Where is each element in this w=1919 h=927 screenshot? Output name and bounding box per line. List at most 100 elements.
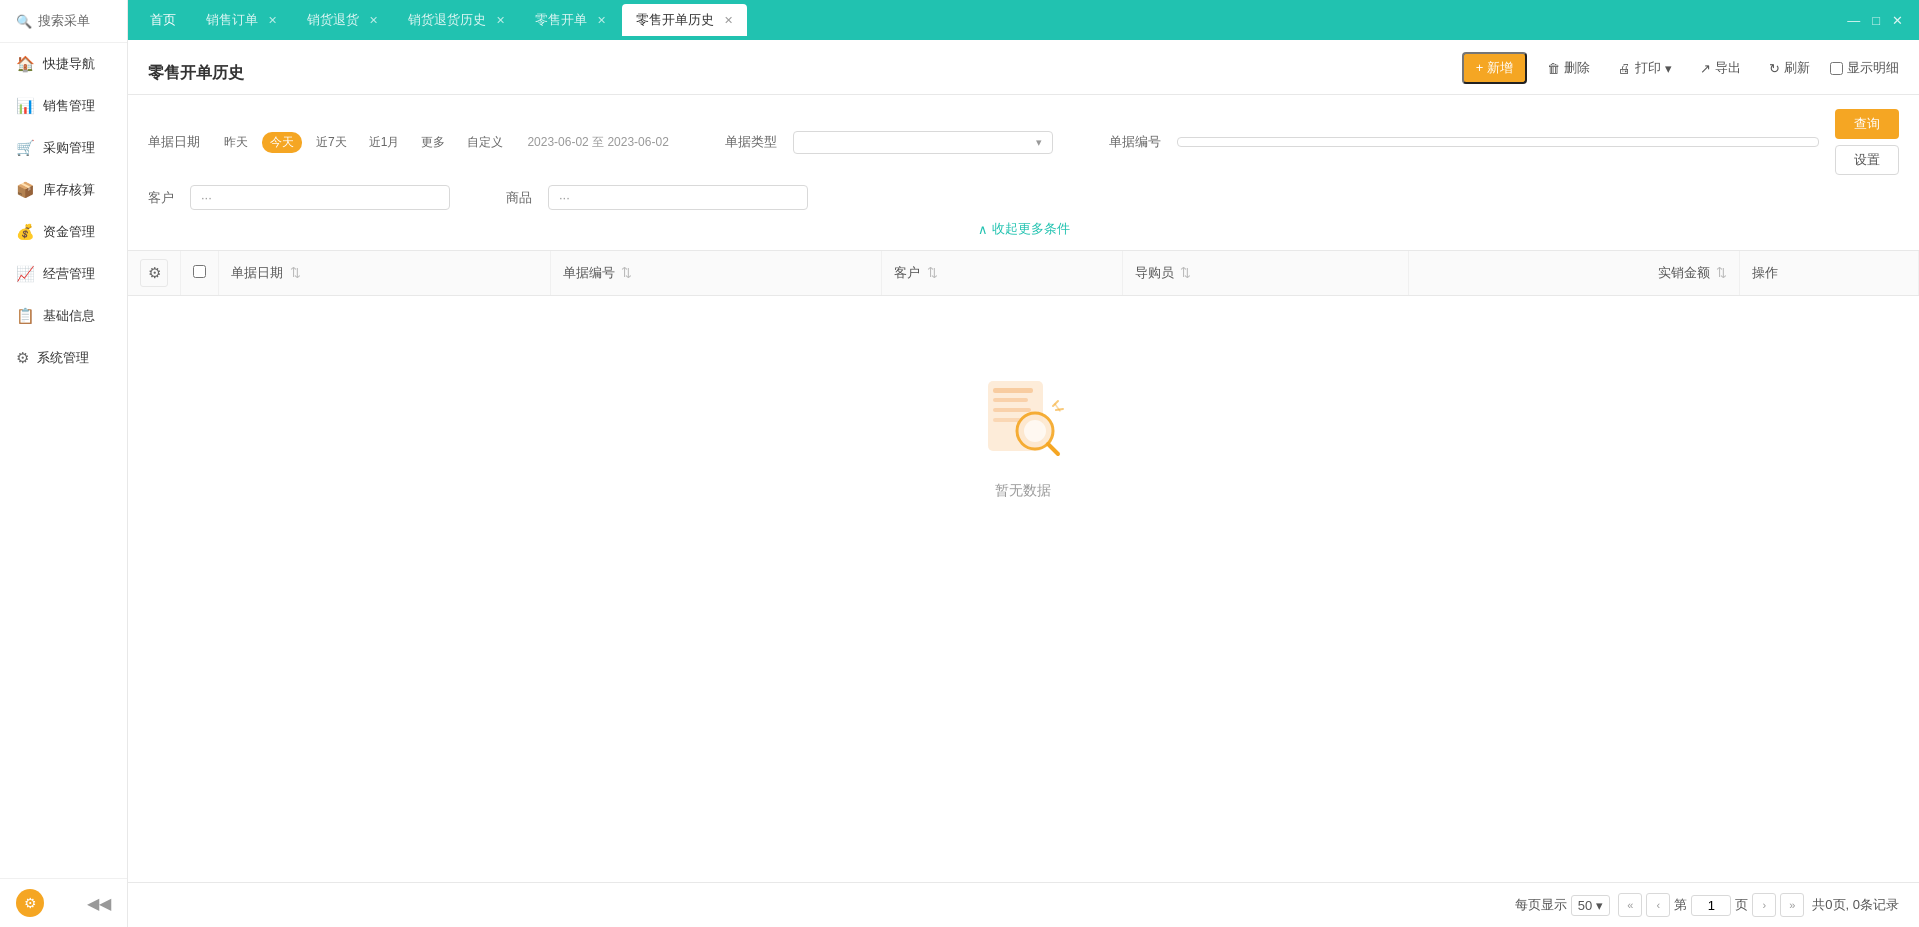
- page-nav: « ‹ 第 1 页 › »: [1618, 893, 1804, 917]
- page-size-dropdown[interactable]: 50 ▾: [1571, 895, 1610, 916]
- tab-retail-open[interactable]: 零售开单 ✕: [521, 4, 620, 36]
- sidebar: 🔍 搜索采单 🏠 快捷导航 📊 销售管理 🛒 采购管理 📦 库存核算 💰 资金管…: [0, 0, 128, 927]
- page-number-input[interactable]: 1: [1691, 895, 1731, 916]
- sidebar-item-base-info[interactable]: 📋 基础信息: [0, 295, 127, 337]
- date-btn-today[interactable]: 今天: [262, 132, 302, 153]
- page-suffix-label: 页: [1735, 896, 1748, 914]
- guide-sort-icon[interactable]: ⇅: [1180, 265, 1191, 280]
- col-date: 单据日期 ⇅: [219, 251, 551, 296]
- filter-settings-button[interactable]: 设置: [1835, 145, 1899, 175]
- sidebar-item-system[interactable]: ⚙ 系统管理: [0, 337, 127, 379]
- system-icon: ⚙: [16, 349, 29, 367]
- col-customer: 客户 ⇅: [882, 251, 1122, 296]
- tab-sales-return-close[interactable]: ✕: [369, 14, 378, 27]
- goods-input[interactable]: ···: [548, 185, 808, 210]
- sidebar-nav: 🏠 快捷导航 📊 销售管理 🛒 采购管理 📦 库存核算 💰 资金管理 📈 经营管…: [0, 43, 127, 878]
- tab-sales-order[interactable]: 销售订单 ✕: [192, 4, 291, 36]
- collapse-sidebar-button[interactable]: ◀◀: [87, 894, 111, 913]
- select-all-checkbox[interactable]: [193, 265, 206, 278]
- sidebar-item-label: 资金管理: [43, 223, 95, 241]
- tab-sales-return-label: 销货退货: [307, 11, 359, 29]
- table-settings-button[interactable]: ⚙: [140, 259, 168, 287]
- customer-input[interactable]: ···: [190, 185, 450, 210]
- prev-page-button[interactable]: ‹: [1646, 893, 1670, 917]
- table-header-row: ⚙ 单据日期 ⇅ 单据编号 ⇅ 客户 ⇅: [128, 251, 1919, 296]
- svg-rect-3: [993, 408, 1031, 412]
- sidebar-item-finance[interactable]: 💰 资金管理: [0, 211, 127, 253]
- query-button[interactable]: 查询: [1835, 109, 1899, 139]
- date-btn-1month[interactable]: 近1月: [361, 132, 408, 153]
- print-button[interactable]: 🖨 打印 ▾: [1610, 55, 1680, 81]
- customer-placeholder: ···: [201, 190, 212, 205]
- page-prefix-label: 第: [1674, 896, 1687, 914]
- tab-sales-return-history-close[interactable]: ✕: [496, 14, 505, 27]
- date-btn-yesterday[interactable]: 昨天: [216, 132, 256, 153]
- export-icon: ↗: [1700, 61, 1711, 76]
- customer-sort-icon[interactable]: ⇅: [927, 265, 938, 280]
- sidebar-item-operations[interactable]: 📈 经营管理: [0, 253, 127, 295]
- svg-rect-1: [993, 388, 1033, 393]
- date-btn-7days[interactable]: 近7天: [308, 132, 355, 153]
- tab-retail-open-history-close[interactable]: ✕: [724, 14, 733, 27]
- svg-point-6: [1024, 420, 1046, 442]
- inventory-icon: 📦: [16, 181, 35, 199]
- page-header: 零售开单历史 + 新增 🗑 删除 🖨 打印 ▾ ↗ 导出 ↻ 刷新 显: [128, 40, 1919, 95]
- sidebar-item-sales-mgmt[interactable]: 📊 销售管理: [0, 85, 127, 127]
- number-sort-icon[interactable]: ⇅: [621, 265, 632, 280]
- filter-row-1: 单据日期 昨天 今天 近7天 近1月 更多 自定义 2023-06-02 至 2…: [148, 109, 1899, 175]
- refresh-button[interactable]: ↻ 刷新: [1761, 55, 1818, 81]
- tab-sales-return-history-label: 销货退货历史: [408, 11, 486, 29]
- tab-sales-order-close[interactable]: ✕: [268, 14, 277, 27]
- window-minimize[interactable]: —: [1847, 13, 1860, 28]
- header-actions: + 新增 🗑 删除 🖨 打印 ▾ ↗ 导出 ↻ 刷新 显示明细: [1462, 52, 1899, 94]
- last-page-button[interactable]: »: [1780, 893, 1804, 917]
- type-select-chevron: ▾: [1036, 136, 1042, 149]
- table-container: ⚙ 单据日期 ⇅ 单据编号 ⇅ 客户 ⇅: [128, 251, 1919, 882]
- date-sort-icon[interactable]: ⇅: [290, 265, 301, 280]
- tab-retail-open-history[interactable]: 零售开单历史 ✕: [622, 4, 747, 36]
- window-maximize[interactable]: □: [1872, 13, 1880, 28]
- tab-retail-open-close[interactable]: ✕: [597, 14, 606, 27]
- sidebar-item-inventory[interactable]: 📦 库存核算: [0, 169, 127, 211]
- show-detail-checkbox-label[interactable]: 显示明细: [1830, 59, 1899, 77]
- sidebar-footer: ⚙ ◀◀: [0, 878, 127, 927]
- sidebar-item-label: 经营管理: [43, 265, 95, 283]
- sidebar-item-purchase-mgmt[interactable]: 🛒 采购管理: [0, 127, 127, 169]
- date-btn-custom[interactable]: 自定义: [459, 132, 511, 153]
- tab-sales-return-history[interactable]: 销货退货历史 ✕: [394, 4, 519, 36]
- next-page-button[interactable]: ›: [1752, 893, 1776, 917]
- total-info: 共0页, 0条记录: [1812, 896, 1899, 914]
- number-input[interactable]: [1177, 137, 1819, 147]
- export-button[interactable]: ↗ 导出: [1692, 55, 1749, 81]
- type-select[interactable]: ▾: [793, 131, 1053, 154]
- delete-button[interactable]: 🗑 删除: [1539, 55, 1598, 81]
- filter-area: 单据日期 昨天 今天 近7天 近1月 更多 自定义 2023-06-02 至 2…: [128, 95, 1919, 251]
- sidebar-item-label: 系统管理: [37, 349, 89, 367]
- sidebar-item-label: 销售管理: [43, 97, 95, 115]
- tab-home[interactable]: 首页: [136, 4, 190, 36]
- tab-sales-order-label: 销售订单: [206, 11, 258, 29]
- show-detail-checkbox[interactable]: [1830, 62, 1843, 75]
- add-button[interactable]: + 新增: [1462, 52, 1527, 84]
- sidebar-item-label: 采购管理: [43, 139, 95, 157]
- purchase-icon: 🛒: [16, 139, 35, 157]
- sidebar-search-label: 搜索采单: [38, 12, 90, 30]
- svg-line-7: [1048, 444, 1058, 454]
- tab-bar: 首页 销售订单 ✕ 销货退货 ✕ 销货退货历史 ✕ 零售开单 ✕ 零售开单历史 …: [128, 0, 1919, 40]
- sidebar-search[interactable]: 🔍 搜索采单: [0, 0, 127, 43]
- collapse-label: 收起更多条件: [992, 220, 1070, 238]
- tab-home-label: 首页: [150, 11, 176, 29]
- amount-sort-icon[interactable]: ⇅: [1716, 265, 1727, 280]
- sidebar-item-label: 库存核算: [43, 181, 95, 199]
- main-content: 首页 销售订单 ✕ 销货退货 ✕ 销货退货历史 ✕ 零售开单 ✕ 零售开单历史 …: [128, 0, 1919, 927]
- first-page-button[interactable]: «: [1618, 893, 1642, 917]
- window-close[interactable]: ✕: [1892, 13, 1903, 28]
- filter-actions: 查询 设置: [1835, 109, 1899, 175]
- tab-bar-right: — □ ✕: [1847, 13, 1911, 28]
- sidebar-item-label: 基础信息: [43, 307, 95, 325]
- sidebar-item-quick-nav[interactable]: 🏠 快捷导航: [0, 43, 127, 85]
- collapse-more-button[interactable]: ∧ 收起更多条件: [148, 216, 1899, 242]
- gear-button[interactable]: ⚙: [16, 889, 44, 917]
- tab-sales-return[interactable]: 销货退货 ✕: [293, 4, 392, 36]
- date-btn-more[interactable]: 更多: [413, 132, 453, 153]
